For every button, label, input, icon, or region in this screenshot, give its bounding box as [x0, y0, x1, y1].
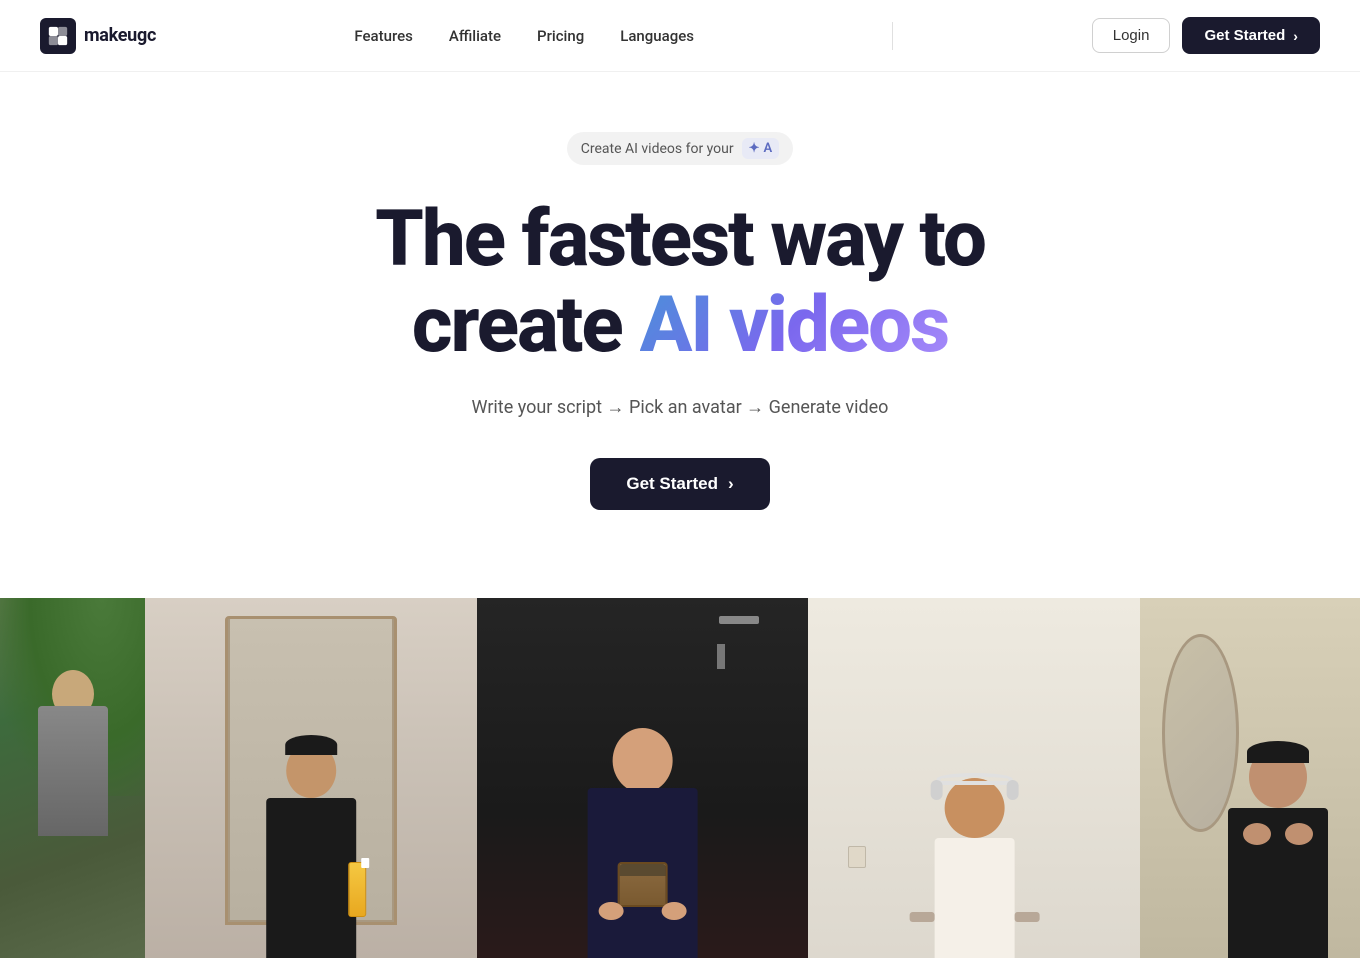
video-card-1: Person with product outdoors [0, 598, 145, 958]
hero-title-gradient: AI videos [640, 283, 948, 369]
video-card-4: Man with headphones seated [808, 598, 1140, 958]
logo-svg [47, 25, 69, 47]
login-button[interactable]: Login [1092, 18, 1171, 53]
logo-icon [40, 18, 76, 54]
nav-divider [892, 22, 893, 50]
nav-link-features[interactable]: Features [354, 27, 412, 45]
video-card-5: Woman looking at camera [1140, 598, 1360, 958]
get-started-nav-arrow: › [1293, 28, 1298, 44]
hero-title-line1: The fastest way to [20, 197, 1340, 283]
badge-icon-label: A [764, 141, 773, 156]
nav-links: Features Affiliate Pricing Languages [354, 26, 694, 45]
get-started-nav-button[interactable]: Get Started › [1182, 17, 1320, 54]
badge-icon-symbol: ✦ [749, 141, 760, 156]
nav-item-languages[interactable]: Languages [620, 26, 694, 45]
nav-actions: Login Get Started › [1092, 17, 1320, 54]
get-started-hero-label: Get Started [626, 474, 718, 494]
hero-badge: Create AI videos for your ✦ A [567, 132, 793, 165]
video-grid: Person with product outdoors Person hold… [0, 598, 1360, 958]
logo[interactable]: makeugc [40, 18, 156, 54]
hero-title-line2: create AI videos [20, 283, 1340, 369]
hero-badge-icon: ✦ A [742, 138, 780, 159]
nav-link-pricing[interactable]: Pricing [537, 27, 584, 45]
get-started-nav-label: Get Started [1204, 27, 1285, 44]
nav-link-languages[interactable]: Languages [620, 27, 694, 45]
logo-text: makeugc [84, 25, 156, 46]
hero-title-plain: create [412, 283, 622, 369]
video-card-2: Person holding sunscreen product [145, 598, 477, 958]
nav-link-affiliate[interactable]: Affiliate [449, 27, 501, 45]
video-card-3: Woman holding jar product [477, 598, 809, 958]
nav-item-features[interactable]: Features [354, 26, 412, 45]
hero-badge-text: Create AI videos for your [581, 141, 734, 157]
nav-item-affiliate[interactable]: Affiliate [449, 26, 501, 45]
hero-subtitle: Write your script → Pick an avatar → Gen… [20, 397, 1340, 418]
get-started-hero-button[interactable]: Get Started › [590, 458, 769, 510]
hero-section: Create AI videos for your ✦ A The fastes… [0, 72, 1360, 550]
navbar: makeugc Features Affiliate Pricing Langu… [0, 0, 1360, 72]
nav-item-pricing[interactable]: Pricing [537, 26, 584, 45]
get-started-hero-arrow: › [728, 474, 734, 494]
